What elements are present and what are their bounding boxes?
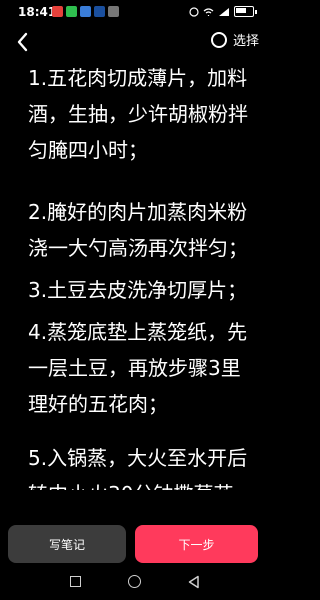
step-1: 1.五花肉切成薄片，加料 酒，生抽，少许胡椒粉拌 匀腌四小时；	[28, 60, 269, 168]
step-line: 1.五花肉切成薄片，加料	[28, 66, 248, 90]
recent-apps-icon[interactable]	[70, 576, 81, 587]
app-notification-icon	[52, 6, 63, 17]
step-4: 4.蒸笼底垫上蒸笼纸，先 一层土豆，再放步骤3里 理好的五花肉；	[28, 314, 269, 422]
back-triangle-icon[interactable]	[187, 575, 201, 589]
bottom-action-bar: 写笔记 下一步	[0, 522, 269, 564]
chevron-left-icon	[17, 32, 28, 52]
select-label: 选择	[232, 34, 259, 49]
step-3: 3.土豆去皮洗净切厚片；	[28, 272, 269, 308]
status-bar: 18:41	[0, 0, 269, 24]
step-line: 4.蒸笼底垫上蒸笼纸，先	[28, 320, 248, 344]
next-step-button[interactable]: 下一步	[135, 525, 258, 563]
system-nav-bar	[0, 568, 269, 600]
step-line: 理好的五花肉；	[28, 392, 168, 416]
home-icon[interactable]	[128, 575, 141, 588]
step-line: 3.土豆去皮洗净切厚片；	[28, 278, 248, 302]
step-5: 5.入锅蒸，大火至水开后 转中小火30分钟撒葱花	[28, 440, 269, 490]
notification-icons	[52, 6, 119, 17]
step-line: 5.入锅蒸，大火至水开后	[28, 446, 248, 470]
status-indicators	[189, 6, 257, 17]
wechat-icon	[66, 6, 77, 17]
top-nav: 选择	[0, 24, 269, 58]
step-line: 酒，生抽，少许胡椒粉拌	[28, 102, 248, 126]
alarm-icon	[189, 6, 199, 17]
write-note-button[interactable]: 写笔记	[8, 525, 126, 563]
recipe-steps: 1.五花肉切成薄片，加料 酒，生抽，少许胡椒粉拌 匀腌四小时； 2.腌好的肉片加…	[0, 60, 269, 490]
app-notification-icon	[94, 6, 105, 17]
step-line: 2.腌好的肉片加蒸肉米粉	[28, 200, 248, 224]
step-2: 2.腌好的肉片加蒸肉米粉 浇一大勺高汤再次拌匀；	[28, 194, 269, 266]
battery-icon	[234, 6, 254, 17]
step-line: 一层土豆，再放步骤3里	[28, 356, 241, 380]
select-circle-icon	[210, 31, 227, 48]
status-time: 18:41	[18, 5, 57, 19]
battery-tip	[255, 9, 257, 14]
step-line: 匀腌四小时；	[28, 138, 148, 162]
app-notification-icon	[108, 6, 119, 17]
select-button[interactable]: 选择	[210, 30, 259, 49]
app-notification-icon	[80, 6, 91, 17]
signal-icon	[219, 7, 229, 16]
wifi-icon	[203, 7, 214, 16]
step-line: 转中小火30分钟撒葱花	[28, 476, 269, 490]
step-line: 浇一大勺高汤再次拌匀；	[28, 236, 248, 260]
back-button[interactable]	[10, 28, 38, 56]
